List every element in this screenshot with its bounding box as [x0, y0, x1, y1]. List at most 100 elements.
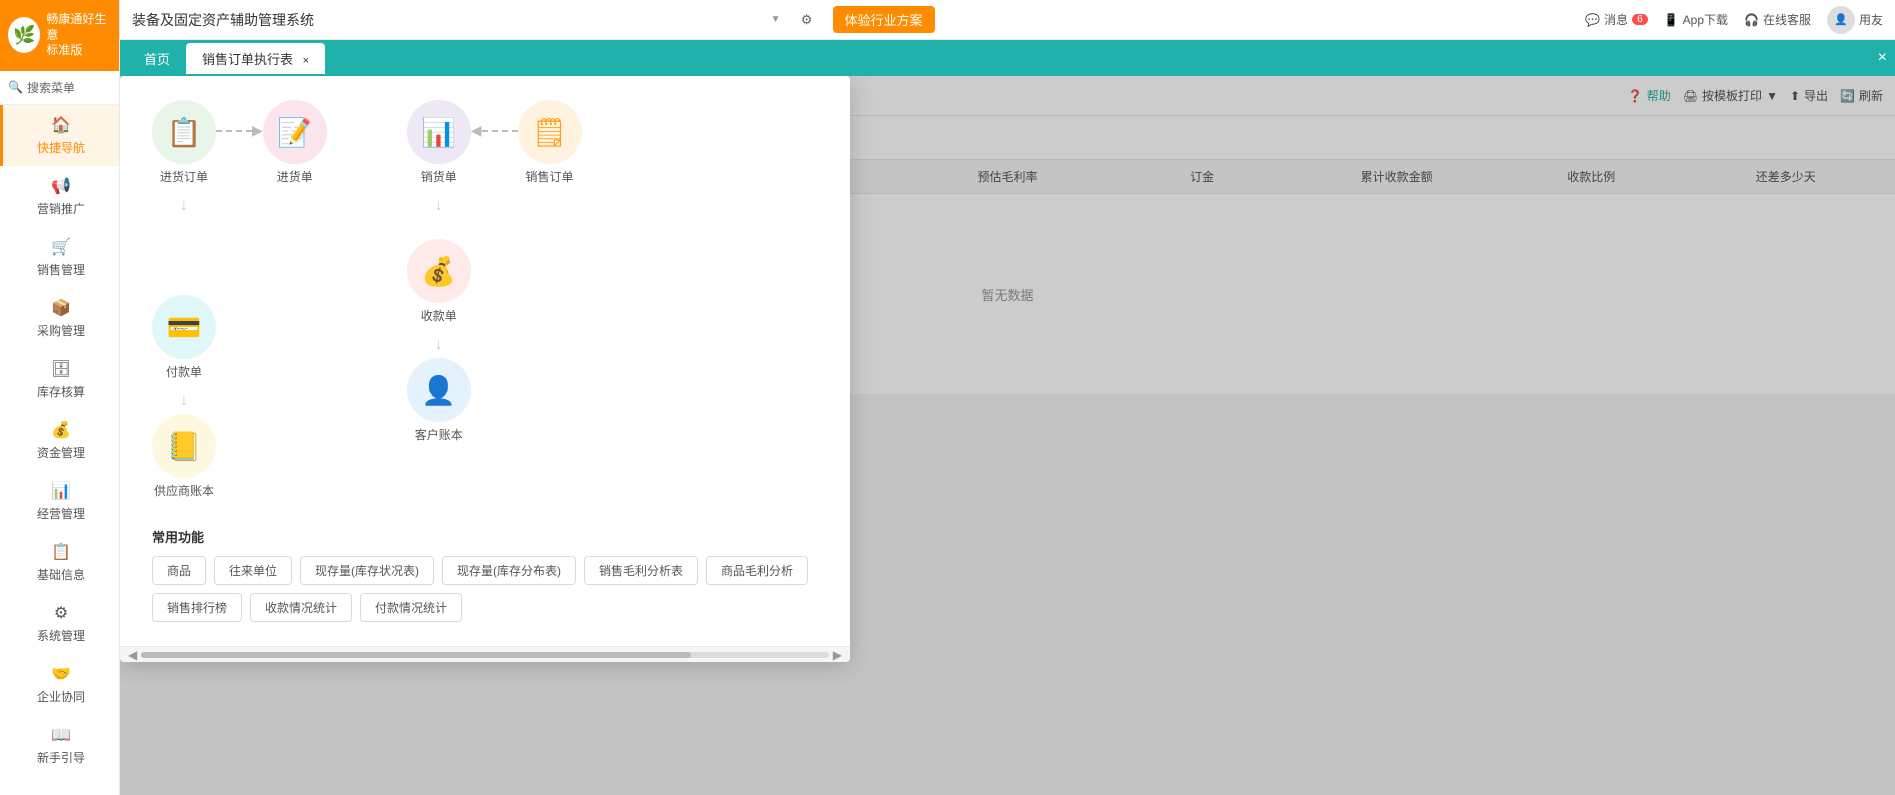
- customer-ledger-label: 客户账本: [415, 426, 463, 443]
- header-actions: 💬 消息 6 📱 App下载 🎧 在线客服 👤 用友: [1585, 6, 1883, 34]
- nav-label-marketing: 营销推广: [37, 200, 85, 217]
- sales-receipt-circle[interactable]: 📊: [407, 100, 471, 164]
- purchase-receipt-circle[interactable]: 📝: [263, 100, 327, 164]
- sidebar-item-purchase[interactable]: 📦采购管理: [0, 288, 119, 349]
- tab-close-icon[interactable]: ×: [303, 55, 309, 67]
- flow-node-purchase-receipt: 📝 进货单: [263, 100, 327, 185]
- overlay: 📋 进货订单 ↓ 💳 付款单: [120, 76, 1895, 795]
- sidebar-item-system[interactable]: ⚙ 系统管理: [0, 593, 119, 654]
- message-icon: 💬: [1585, 13, 1600, 27]
- sidebar-item-sales[interactable]: 🛒 销售管理: [0, 227, 119, 288]
- nav-icon-newbie: 📖: [51, 725, 71, 745]
- user-menu[interactable]: 👤 用友: [1827, 6, 1883, 34]
- message-button[interactable]: 💬 消息 6: [1585, 11, 1648, 28]
- system-dropdown-arrow[interactable]: ▼: [771, 14, 781, 25]
- sidebar-item-operations[interactable]: 📊经营管理: [0, 471, 119, 532]
- scroll-right-icon[interactable]: ▶: [833, 648, 842, 662]
- common-functions: 常用功能 商品往来单位现存量(库存状况表) 现存量(库存分布表) 销售毛利分析表商品…: [152, 527, 818, 622]
- nav-label-basic-info: 基础信息: [37, 566, 85, 583]
- nav-icon-purchase: 📦: [51, 298, 71, 318]
- purchase-order-circle[interactable]: 📋: [152, 100, 216, 164]
- arrow-po-to-pr: ▶: [216, 100, 263, 139]
- nav-icon-marketing: 📢: [51, 176, 71, 196]
- flow-node-receipt: 💰 收款单: [407, 219, 471, 324]
- sidebar-item-enterprise[interactable]: 🤝企业协同: [0, 654, 119, 715]
- avatar: 👤: [1827, 6, 1855, 34]
- online-service-button[interactable]: 🎧 在线客服: [1744, 11, 1811, 28]
- common-functions-buttons: 商品往来单位现存量(库存状况表) 现存量(库存分布表) 销售毛利分析表商品毛利分析销…: [152, 556, 818, 622]
- sales-order-label: 销售订单: [526, 168, 574, 185]
- arrow-down-1: ↓: [180, 197, 188, 215]
- supplier-ledger-circle[interactable]: 📒: [152, 414, 216, 478]
- cf-button-2[interactable]: 现存量(库存状况表): [300, 556, 434, 585]
- guide-flow: 📋 进货订单 ↓ 💳 付款单: [152, 100, 818, 507]
- settings-button[interactable]: ⚙: [793, 6, 821, 34]
- sales-receipt-column: 📊 销货单 ↓ 💰 收款单: [407, 100, 471, 451]
- customer-ledger-circle[interactable]: 👤: [407, 358, 471, 422]
- scroll-left-icon[interactable]: ◀: [128, 648, 137, 662]
- cf-button-8[interactable]: 付款情况统计: [360, 593, 462, 622]
- sidebar: 🌿 畅康通好生意 标准版 🔍 搜索菜单 🏠快捷导航 📢 营销推广 🛒 销售管理 📦采购管理…: [0, 0, 120, 795]
- logo-text: 畅康通好生意 标准版: [46, 12, 111, 59]
- nav-icon-basic-info: 📋: [51, 542, 71, 562]
- supplier-ledger-label: 供应商账本: [154, 482, 214, 499]
- nav-icon-operations: 📊: [51, 481, 71, 501]
- arrow-down-3: ↓: [180, 392, 188, 410]
- nav-icon-system: ⚙: [54, 603, 68, 623]
- sidebar-item-finance[interactable]: 💰 资金管理: [0, 410, 119, 471]
- flow-node-payment: 💳 付款单: [152, 235, 216, 380]
- nav-icon-finance: 💰: [51, 420, 71, 440]
- sidebar-item-basic-info[interactable]: 📋 基础信息: [0, 532, 119, 593]
- common-functions-title: 常用功能: [152, 527, 818, 546]
- sidebar-nav: 🏠快捷导航 📢 营销推广 🛒 销售管理 📦采购管理🗄库存核算 💰 资金管理 📊经营管理 📋 基础信息…: [0, 105, 119, 795]
- cf-button-7[interactable]: 收款情况统计: [250, 593, 352, 622]
- nav-label-sales: 销售管理: [37, 261, 85, 278]
- receipt-circle[interactable]: 💰: [407, 239, 471, 303]
- nav-label-system: 系统管理: [37, 627, 85, 644]
- content-area: ❓ 帮助 🖨 按模板打印 ▼ ⬆ 导出 🔄 刷新: [120, 76, 1895, 795]
- sidebar-item-inventory[interactable]: 🗄库存核算: [0, 349, 119, 410]
- payment-circle[interactable]: 💳: [152, 295, 216, 359]
- guide-content: 📋 进货订单 ↓ 💳 付款单: [120, 76, 850, 646]
- purchase-receipt-label: 进货单: [277, 168, 313, 185]
- sidebar-item-marketing[interactable]: 📢 营销推广: [0, 166, 119, 227]
- scrollbar-area: ◀ ▶: [120, 646, 850, 662]
- flow-node-customer-ledger: 👤 客户账本: [407, 358, 471, 443]
- sidebar-search[interactable]: 🔍 搜索菜单: [0, 71, 119, 105]
- top-header: 装备及固定资产辅助管理系统 ▼ ⚙ 体验行业方案 💬 消息 6 📱 App下载 …: [120, 0, 1895, 40]
- arrow-down-4: ↓: [435, 197, 443, 215]
- tab-home[interactable]: 首页: [128, 43, 186, 74]
- scrollbar-thumb[interactable]: [141, 652, 691, 658]
- tab-bar: 首页 销售订单执行表 × ×: [120, 40, 1895, 76]
- nav-icon-quick-guide: 🏠: [51, 115, 71, 135]
- purchase-receipt-column: 📝 进货单: [263, 100, 327, 193]
- nav-label-inventory: 库存核算: [37, 383, 85, 400]
- cf-button-0[interactable]: 商品: [152, 556, 206, 585]
- nav-icon-sales: 🛒: [51, 237, 71, 257]
- sidebar-item-newbie[interactable]: 📖新手引导: [0, 715, 119, 776]
- download-icon: 📱: [1664, 13, 1679, 27]
- system-title: 装备及固定资产辅助管理系统: [132, 10, 759, 30]
- purchase-order-label: 进货订单: [160, 168, 208, 185]
- trial-button[interactable]: 体验行业方案: [833, 6, 935, 33]
- payment-label: 付款单: [166, 363, 202, 380]
- service-icon: 🎧: [1744, 13, 1759, 27]
- nav-label-enterprise: 企业协同: [37, 688, 85, 705]
- arrow-down-5: ↓: [435, 336, 443, 354]
- cf-button-5[interactable]: 商品毛利分析: [706, 556, 808, 585]
- cf-button-3[interactable]: 现存量(库存分布表): [442, 556, 576, 585]
- cf-button-1[interactable]: 往来单位: [214, 556, 292, 585]
- flow-node-supplier-ledger: 📒 供应商账本: [152, 414, 216, 499]
- cf-button-4[interactable]: 销售毛利分析表: [584, 556, 698, 585]
- tab-bar-close-icon[interactable]: ×: [1878, 49, 1887, 67]
- scrollbar-track: [141, 652, 829, 658]
- tab-sales-order-exec[interactable]: 销售订单执行表 ×: [186, 43, 325, 74]
- logo-area: 🌿 畅康通好生意 标准版: [0, 0, 119, 71]
- app-download-button[interactable]: 📱 App下载: [1664, 11, 1728, 28]
- flow-node-purchase-order: 📋 进货订单: [152, 100, 216, 185]
- sales-order-circle[interactable]: 🗒: [518, 100, 582, 164]
- receipt-label: 收款单: [421, 307, 457, 324]
- nav-label-finance: 资金管理: [37, 444, 85, 461]
- sidebar-item-quick-guide[interactable]: 🏠快捷导航: [0, 105, 119, 166]
- cf-button-6[interactable]: 销售排行榜: [152, 593, 242, 622]
